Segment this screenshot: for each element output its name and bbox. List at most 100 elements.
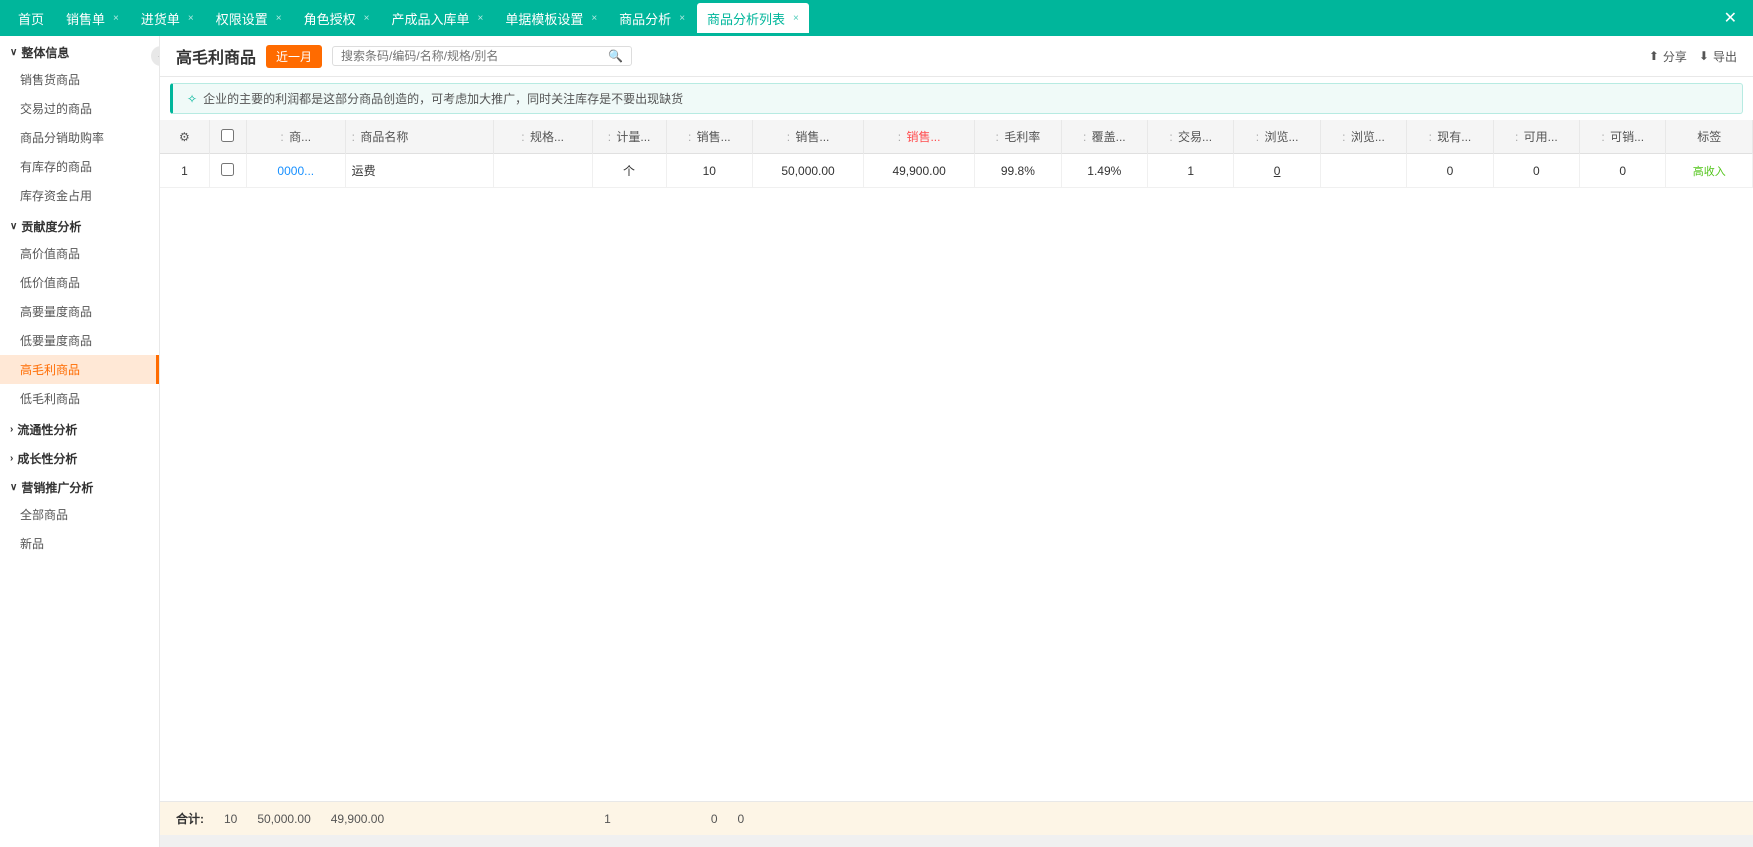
cell-available: 0 — [1493, 154, 1579, 188]
sidebar-section-overview[interactable]: ∨ 整体信息 — [0, 36, 159, 65]
th-current[interactable]: : 现有... — [1407, 120, 1493, 154]
search-box: 🔍 — [332, 46, 632, 66]
section-contribution-label: 贡献度分析 — [21, 218, 81, 235]
table-header-row: ⚙ : 商... : 商品名称 — [160, 120, 1753, 154]
share-button[interactable]: ⬆ 分享 — [1649, 48, 1687, 65]
th-tag[interactable]: 标签 — [1666, 120, 1753, 154]
sidebar-section-marketing[interactable]: ∨ 营销推广分析 — [0, 471, 159, 500]
close-template-tab[interactable]: × — [591, 13, 597, 24]
th-saleable[interactable]: : 可销... — [1580, 120, 1666, 154]
sidebar-item-distribution-rate[interactable]: 商品分销助购率 — [0, 123, 159, 152]
settings-icon[interactable]: ⚙ — [179, 130, 190, 144]
footer-sales-amount: 50,000.00 — [257, 812, 310, 826]
notice-bar: ✧ 企业的主要的利润都是这部分商品创造的，可考虑加大推广，同时关注库存是不要出现… — [170, 83, 1743, 114]
main-layout: « ∨ 整体信息 销售货商品 交易过的商品 商品分销助购率 有库存的商品 库存资… — [0, 36, 1753, 847]
th-sales-amount[interactable]: : 销售... — [753, 120, 864, 154]
th-spec[interactable]: : 规格... — [493, 120, 592, 154]
tab-product-analysis-list[interactable]: 商品分析列表 × — [697, 3, 809, 33]
th-code[interactable]: : 商... — [246, 120, 345, 154]
sidebar-section-growth[interactable]: › 成长性分析 — [0, 442, 159, 471]
sidebar-section-liquidity[interactable]: › 流通性分析 — [0, 413, 159, 442]
close-product-entry-tab[interactable]: × — [477, 13, 483, 24]
tab-purchase[interactable]: 进货单 × — [131, 3, 204, 33]
th-coverage-label: 覆盖... — [1092, 130, 1126, 144]
sidebar-item-high-value[interactable]: 高价值商品 — [0, 239, 159, 268]
cell-tag: 高收入 — [1666, 154, 1753, 188]
row-checkbox[interactable] — [221, 163, 234, 176]
footer-transactions: 1 — [604, 812, 611, 826]
tab-product-analysis-list-label: 商品分析列表 — [707, 9, 785, 28]
th-available[interactable]: : 可用... — [1493, 120, 1579, 154]
tab-product-entry[interactable]: 产成品入库单 × — [381, 3, 493, 33]
close-product-analysis-list-tab[interactable]: × — [793, 13, 799, 24]
cell-spec — [493, 154, 592, 188]
sidebar-item-low-value[interactable]: 低价值商品 — [0, 268, 159, 297]
sidebar-item-high-freq[interactable]: 高要量度商品 — [0, 297, 159, 326]
th-coverage[interactable]: : 覆盖... — [1061, 120, 1147, 154]
cell-browse2 — [1320, 154, 1406, 188]
tab-sales[interactable]: 销售单 × — [56, 3, 129, 33]
section-marketing-label: 营销推广分析 — [21, 479, 93, 496]
tab-role[interactable]: 角色授权 × — [294, 3, 380, 33]
sidebar-item-stock-capital[interactable]: 库存资金占用 — [0, 181, 159, 210]
th-name[interactable]: : 商品名称 — [345, 120, 493, 154]
horizontal-scrollbar[interactable] — [160, 835, 1753, 847]
tab-template[interactable]: 单据模板设置 × — [495, 3, 607, 33]
footer-sales-qty: 10 — [224, 812, 237, 826]
tab-permission[interactable]: 权限设置 × — [206, 3, 292, 33]
th-gross-rate[interactable]: : 毛利率 — [975, 120, 1061, 154]
footer-saleable: 0 — [738, 812, 745, 826]
sidebar-item-in-stock[interactable]: 有库存的商品 — [0, 152, 159, 181]
footer-current: 0 — [711, 812, 718, 826]
th-sales-cost[interactable]: : 销售... — [864, 120, 975, 154]
th-unit[interactable]: : 计量... — [592, 120, 666, 154]
cell-code[interactable]: 0000... — [246, 154, 345, 188]
cell-browse1[interactable]: 0 — [1234, 154, 1320, 188]
cell-sales-amount: 50,000.00 — [753, 154, 864, 188]
sidebar-item-new-goods[interactable]: 新品 — [0, 529, 159, 558]
select-all-checkbox[interactable] — [221, 129, 234, 142]
share-label: 分享 — [1663, 48, 1687, 65]
close-permission-tab[interactable]: × — [276, 13, 282, 24]
th-transactions[interactable]: : 交易... — [1148, 120, 1234, 154]
search-icon[interactable]: 🔍 — [608, 49, 623, 63]
cell-num: 1 — [160, 154, 209, 188]
sidebar-item-low-margin[interactable]: 低毛利商品 — [0, 384, 159, 413]
th-browse1[interactable]: : 浏览... — [1234, 120, 1320, 154]
sidebar-item-all-goods[interactable]: 全部商品 — [0, 500, 159, 529]
th-browse2[interactable]: : 浏览... — [1320, 120, 1406, 154]
export-icon: ⬇ — [1699, 49, 1709, 63]
cell-name: 运费 — [345, 154, 493, 188]
sidebar-item-traded-goods[interactable]: 交易过的商品 — [0, 94, 159, 123]
cell-gross-rate: 99.8% — [975, 154, 1061, 188]
tab-role-label: 角色授权 — [304, 9, 356, 28]
search-input[interactable] — [341, 49, 608, 63]
chevron-right-icon-2: › — [10, 453, 13, 464]
tab-product-analysis[interactable]: 商品分析 × — [609, 3, 695, 33]
tab-home[interactable]: 首页 — [8, 3, 54, 33]
close-sales-tab[interactable]: × — [113, 13, 119, 24]
close-purchase-tab[interactable]: × — [188, 13, 194, 24]
tab-template-label: 单据模板设置 — [505, 9, 583, 28]
close-product-analysis-tab[interactable]: × — [679, 13, 685, 24]
sidebar-item-low-freq[interactable]: 低要量度商品 — [0, 326, 159, 355]
tab-permission-label: 权限设置 — [216, 9, 268, 28]
th-browse2-label: 浏览... — [1351, 130, 1385, 144]
footer-total-label: 合计: — [176, 810, 204, 827]
window-close-button[interactable]: ✕ — [1716, 8, 1745, 28]
section-liquidity-label: 流通性分析 — [17, 421, 77, 438]
close-role-tab[interactable]: × — [364, 13, 370, 24]
th-spec-label: 规格... — [530, 130, 564, 144]
th-sales-qty[interactable]: : 销售... — [666, 120, 752, 154]
top-navigation: 首页 销售单 × 进货单 × 权限设置 × 角色授权 × 产成品入库单 × 单据… — [0, 0, 1753, 36]
th-sales-qty-label: 销售... — [697, 130, 731, 144]
sidebar-item-high-margin[interactable]: 高毛利商品 — [0, 355, 159, 384]
export-button[interactable]: ⬇ 导出 — [1699, 48, 1737, 65]
period-button[interactable]: 近一月 — [266, 45, 322, 68]
chevron-right-icon: › — [10, 424, 13, 435]
chevron-down-icon-2: ∨ — [10, 221, 17, 232]
sidebar-item-sales-goods[interactable]: 销售货商品 — [0, 65, 159, 94]
sidebar-section-contribution[interactable]: ∨ 贡献度分析 — [0, 210, 159, 239]
cell-coverage: 1.49% — [1061, 154, 1147, 188]
section-overview-label: 整体信息 — [21, 44, 69, 61]
